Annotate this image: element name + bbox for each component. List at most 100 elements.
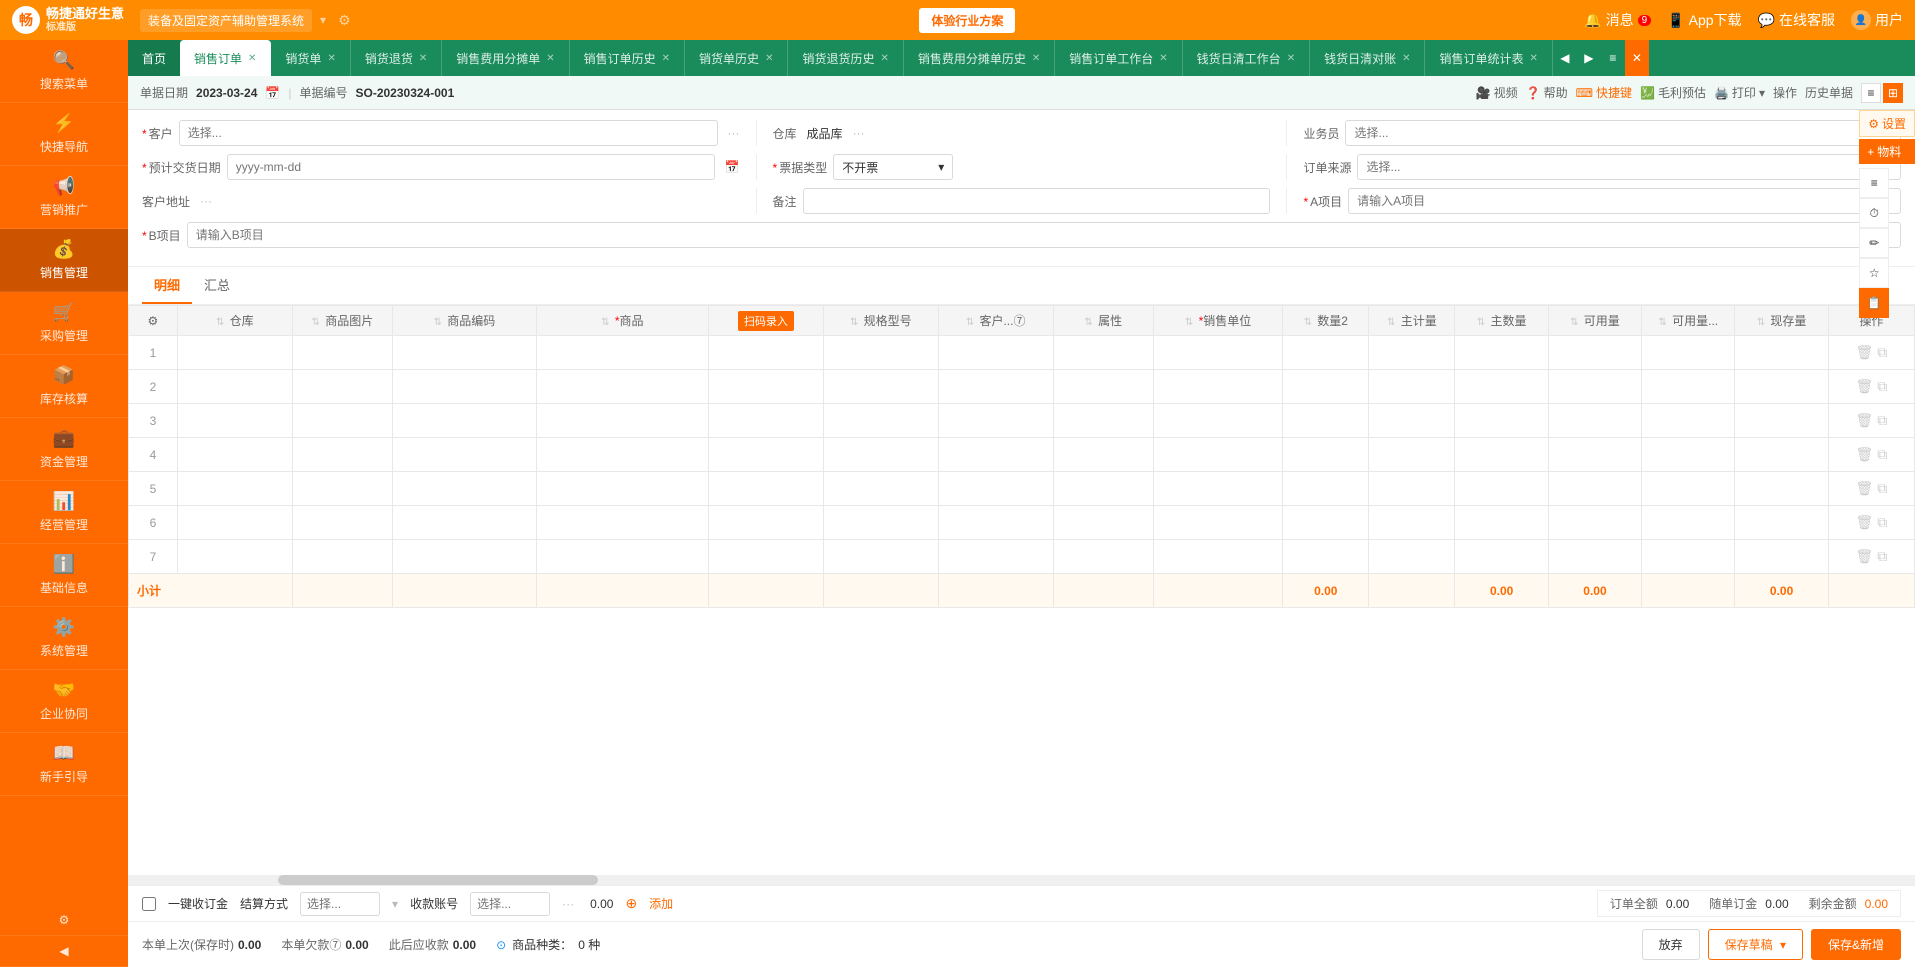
tab-goods-history[interactable]: 销货单历史 ✕: [685, 40, 788, 76]
delete-icon-1[interactable]: 🗑: [1855, 344, 1873, 361]
staff-input[interactable]: [1345, 120, 1901, 146]
tab-goods-history-close[interactable]: ✕: [765, 53, 773, 64]
sidebar-item-system[interactable]: ⚙️ 系统管理: [0, 607, 128, 670]
sidebar-item-finance[interactable]: 💼 资金管理: [0, 418, 128, 481]
rp-btn-3[interactable]: ✏: [1859, 228, 1889, 258]
list-view-btn[interactable]: ≡: [1861, 83, 1881, 103]
save-new-btn[interactable]: 保存&新增: [1811, 929, 1901, 960]
settlement-dropdown-icon[interactable]: ▾: [392, 897, 398, 911]
scrollbar-thumb[interactable]: [278, 875, 598, 885]
scan-btn[interactable]: 扫码录入: [738, 311, 794, 331]
add-payment-label[interactable]: 添加: [649, 895, 673, 912]
th-settings[interactable]: ⚙: [129, 306, 178, 336]
tab-daily-account-close[interactable]: ✕: [1402, 53, 1410, 64]
tab-cost-history-close[interactable]: ✕: [1032, 53, 1040, 64]
b-project-input[interactable]: [187, 222, 1901, 248]
calendar-icon[interactable]: 📅: [265, 86, 280, 100]
one-click-checkbox[interactable]: [142, 897, 156, 911]
add-payment-btn[interactable]: ⊕: [625, 895, 637, 912]
sidebar-item-quick[interactable]: ⚡ 快捷导航: [0, 103, 128, 166]
copy-icon-7[interactable]: ⧉: [1877, 548, 1887, 565]
copy-icon-1[interactable]: ⧉: [1877, 344, 1887, 361]
shortcut-btn[interactable]: ⌨ 快捷键: [1576, 84, 1632, 101]
sidebar-item-sales[interactable]: 💰 销售管理: [0, 229, 128, 292]
help-btn[interactable]: ❓ 帮助: [1526, 84, 1568, 101]
user-menu[interactable]: 👤 用户: [1851, 10, 1903, 30]
system-dropdown-icon[interactable]: ▾: [320, 13, 326, 27]
view-btn[interactable]: 🎥 视频: [1476, 84, 1518, 101]
copy-icon-5[interactable]: ⧉: [1877, 480, 1887, 497]
tab-sales-cost-close[interactable]: ✕: [546, 53, 554, 64]
sidebar-item-search[interactable]: 🔍 搜索菜单: [0, 40, 128, 103]
sidebar-item-purchase[interactable]: 🛒 采购管理: [0, 292, 128, 355]
sidebar-item-basic[interactable]: ℹ️ 基础信息: [0, 544, 128, 607]
settlement-input[interactable]: [300, 892, 380, 916]
delete-icon-3[interactable]: 🗑: [1855, 412, 1873, 429]
ticket-select[interactable]: 不开票 ▾: [833, 154, 953, 180]
sidebar-item-guide[interactable]: 📖 新手引导: [0, 733, 128, 796]
profit-btn[interactable]: 💹 毛利预估: [1640, 84, 1706, 101]
note-input[interactable]: [803, 188, 1271, 214]
rp-btn-4[interactable]: ☆: [1859, 258, 1889, 288]
tab-return-history[interactable]: 销货退货历史 ✕: [788, 40, 903, 76]
a-project-input[interactable]: [1348, 188, 1901, 214]
tab-stats-close[interactable]: ✕: [1530, 53, 1538, 64]
sidebar-collapse-btn[interactable]: ◀: [0, 936, 128, 967]
tab-order-history-close[interactable]: ✕: [662, 53, 670, 64]
sidebar-item-inventory[interactable]: 📦 库存核算: [0, 355, 128, 418]
history-btn[interactable]: 历史单据: [1805, 84, 1853, 101]
sidebar-item-marketing[interactable]: 📢 营销推广: [0, 166, 128, 229]
tab-sales-goods-close[interactable]: ✕: [327, 53, 335, 64]
copy-icon-2[interactable]: ⧉: [1877, 378, 1887, 395]
delivery-input[interactable]: [227, 154, 715, 180]
tab-daily-workbench-close[interactable]: ✕: [1287, 53, 1295, 64]
tab-home[interactable]: 首页: [128, 40, 180, 76]
copy-icon-3[interactable]: ⧉: [1877, 412, 1887, 429]
tab-order-workbench-close[interactable]: ✕: [1159, 53, 1167, 64]
tab-detail[interactable]: 明细: [142, 267, 192, 304]
tab-cost-history[interactable]: 销售费用分摊单历史 ✕: [904, 40, 1055, 76]
tab-daily-workbench[interactable]: 钱货日清工作台 ✕: [1183, 40, 1310, 76]
delivery-calendar-icon[interactable]: 📅: [725, 160, 740, 174]
delete-icon-5[interactable]: 🗑: [1855, 480, 1873, 497]
sidebar-item-operation[interactable]: 📊 经营管理: [0, 481, 128, 544]
tab-close-all-btn[interactable]: ✕: [1625, 40, 1649, 76]
settings-gear-icon[interactable]: ⚙: [338, 12, 351, 29]
tab-daily-account[interactable]: 钱货日清对账 ✕: [1310, 40, 1425, 76]
tab-sales-order-close[interactable]: ✕: [248, 53, 256, 64]
delete-icon-7[interactable]: 🗑: [1855, 548, 1873, 565]
save-draft-btn[interactable]: 保存草稿 ▾: [1708, 929, 1803, 960]
customer-input[interactable]: [179, 120, 718, 146]
discard-btn[interactable]: 放弃: [1642, 929, 1700, 960]
rp-btn-1[interactable]: ≡: [1859, 168, 1889, 198]
tab-prev-btn[interactable]: ◀: [1553, 40, 1577, 76]
tab-stats[interactable]: 销售订单统计表 ✕: [1425, 40, 1552, 76]
tab-next-btn[interactable]: ▶: [1577, 40, 1601, 76]
horizontal-scrollbar[interactable]: [128, 875, 1915, 885]
copy-icon-4[interactable]: ⧉: [1877, 446, 1887, 463]
order-source-input[interactable]: [1357, 154, 1901, 180]
tab-menu-btn[interactable]: ≡: [1601, 40, 1625, 76]
tab-return-history-close[interactable]: ✕: [880, 53, 888, 64]
print-btn[interactable]: 🖨️ 打印 ▾: [1714, 84, 1765, 101]
industry-btn[interactable]: 体验行业方案: [919, 8, 1015, 33]
add-material-btn[interactable]: + 物料: [1859, 139, 1915, 164]
copy-icon-6[interactable]: ⧉: [1877, 514, 1887, 531]
tab-summary[interactable]: 汇总: [192, 267, 242, 304]
delete-icon-6[interactable]: 🗑: [1855, 514, 1873, 531]
rp-btn-5[interactable]: 📋: [1859, 288, 1889, 318]
sidebar-item-collab[interactable]: 🤝 企业协同: [0, 670, 128, 733]
tab-sales-order[interactable]: 销售订单 ✕: [180, 40, 271, 76]
tab-order-workbench[interactable]: 销售订单工作台 ✕: [1055, 40, 1182, 76]
rp-btn-2[interactable]: ⏱: [1859, 198, 1889, 228]
tab-sales-cost[interactable]: 销售费用分摊单 ✕: [442, 40, 569, 76]
delete-icon-2[interactable]: 🗑: [1855, 378, 1873, 395]
account-input[interactable]: [470, 892, 550, 916]
operation-btn[interactable]: 操作: [1773, 84, 1797, 101]
online-service-btn[interactable]: 💬 在线客服: [1758, 10, 1835, 30]
tab-order-history[interactable]: 销售订单历史 ✕: [570, 40, 685, 76]
app-download-btn[interactable]: 📱 App下载: [1667, 10, 1741, 30]
notification-btn[interactable]: 🔔 消息 9: [1584, 10, 1651, 30]
grid-view-btn[interactable]: ⊞: [1883, 83, 1903, 103]
tab-sales-return-close[interactable]: ✕: [419, 53, 427, 64]
